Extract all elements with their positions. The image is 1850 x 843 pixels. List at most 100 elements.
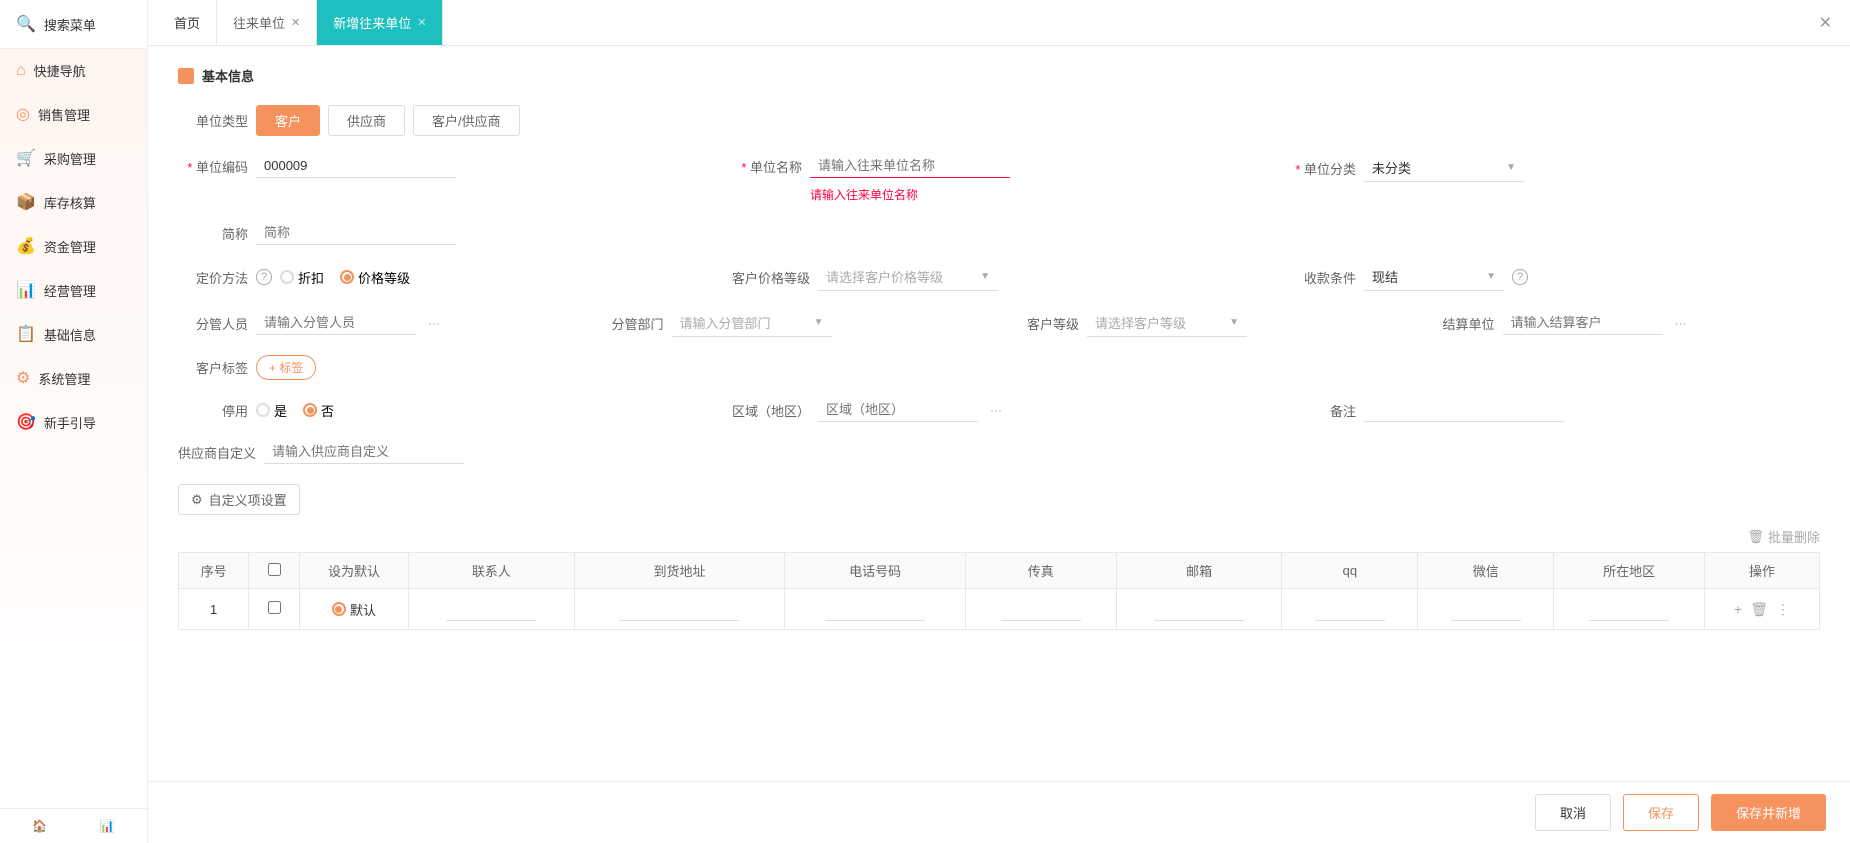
- sidebar-bottom: 🏠 📊: [0, 808, 147, 843]
- select-all-checkbox[interactable]: [268, 563, 281, 576]
- region-input[interactable]: [818, 398, 978, 422]
- tab-partners-close[interactable]: ✕: [291, 16, 300, 29]
- tab-new-partner[interactable]: 新增往来单位 ✕: [317, 0, 443, 45]
- sidebar-item-quick-nav[interactable]: ⌂ 快捷导航: [0, 49, 147, 92]
- row-fax-input[interactable]: [1001, 597, 1081, 621]
- row-default-radio[interactable]: 默认: [310, 600, 398, 619]
- customer-price-level-select[interactable]: 请选择客户价格等级 ▼: [818, 263, 998, 291]
- tab-partners[interactable]: 往来单位 ✕: [217, 0, 317, 45]
- customer-level-select[interactable]: 请选择客户等级 ▼: [1087, 309, 1247, 337]
- row-contact-input[interactable]: [446, 597, 536, 621]
- unit-code-input[interactable]: [256, 154, 456, 178]
- col-seq: 序号: [179, 553, 249, 589]
- row-op-btns: + 🗑 ⋮: [1715, 601, 1809, 618]
- row-checkbox: [249, 589, 300, 630]
- supplier-custom-input[interactable]: [264, 440, 464, 464]
- pricing-help-icon[interactable]: ?: [256, 269, 272, 285]
- row-drag-handle[interactable]: ⋮: [1776, 601, 1790, 618]
- row-checkbox-input[interactable]: [268, 601, 281, 614]
- row-address-input[interactable]: [619, 597, 739, 621]
- disabled-region-row: 停用 是 否 区域（地区） ··· 备注: [178, 398, 1820, 422]
- customer-tag-field: 客户标签 + 标签: [178, 355, 1820, 380]
- unit-type-field: 单位类型 客户 供应商 客户/供应商: [178, 105, 678, 136]
- unit-type-btn-customer[interactable]: 客户: [256, 105, 320, 136]
- batch-delete-label[interactable]: 批量删除: [1768, 527, 1820, 546]
- sidebar-item-system[interactable]: ⚙ 系统管理: [0, 356, 147, 400]
- supervisor-row: 分管人员 ··· 分管部门 请输入分管部门 ▼ 客户等级 请选择客户等级 ▼ 结…: [178, 309, 1820, 337]
- sidebar-item-operations[interactable]: 📊 经营管理: [0, 268, 147, 312]
- sidebar-item-inventory[interactable]: 📦 库存核算: [0, 180, 147, 224]
- unit-code-label: 单位编码: [178, 157, 248, 176]
- save-new-button[interactable]: 保存并新增: [1711, 794, 1826, 831]
- sidebar-item-guide[interactable]: 🎯 新手引导: [0, 400, 147, 444]
- close-all-tabs-btn[interactable]: ✕: [1811, 13, 1840, 33]
- row-address: [574, 589, 785, 630]
- sidebar-item-purchase[interactable]: 🛒 采购管理: [0, 136, 147, 180]
- row-qq-input[interactable]: [1315, 597, 1385, 621]
- customer-level-label: 客户等级: [1009, 314, 1079, 333]
- region-more-btn[interactable]: ···: [986, 403, 1006, 417]
- remark-input[interactable]: [1364, 398, 1564, 422]
- sales-icon: ◎: [16, 104, 30, 124]
- sidebar-label-system: 系统管理: [38, 369, 90, 388]
- row-wechat-input[interactable]: [1451, 597, 1521, 621]
- sidebar-item-basic-info[interactable]: 📋 基础信息: [0, 312, 147, 356]
- unit-name-input[interactable]: [810, 154, 1010, 178]
- unit-category-label: 单位分类: [1286, 159, 1356, 178]
- remark-label: 备注: [1286, 401, 1356, 420]
- custom-setting-btn[interactable]: ⚙ 自定义项设置: [178, 484, 300, 515]
- row-wechat: [1418, 589, 1554, 630]
- supervisor-input[interactable]: [256, 311, 416, 335]
- row-qq: [1282, 589, 1418, 630]
- cancel-button[interactable]: 取消: [1535, 794, 1611, 831]
- short-name-input[interactable]: [256, 221, 456, 245]
- row-region-cell: [1554, 589, 1705, 630]
- search-menu-item[interactable]: 🔍 搜索菜单: [0, 0, 147, 49]
- settlement-unit-input[interactable]: [1503, 311, 1663, 335]
- tab-home[interactable]: 首页: [158, 0, 217, 45]
- collection-condition-label: 收款条件: [1286, 268, 1356, 287]
- tab-new-partner-close[interactable]: ✕: [417, 16, 426, 29]
- supervisor-label: 分管人员: [178, 314, 248, 333]
- supervisor-dept-select[interactable]: 请输入分管部门 ▼: [672, 309, 832, 337]
- settlement-unit-label: 结算单位: [1425, 314, 1495, 333]
- sidebar-stats-btn[interactable]: 📊: [78, 819, 138, 833]
- collection-arrow: ▼: [1486, 271, 1496, 282]
- row-delete-btn[interactable]: 🗑: [1750, 601, 1768, 618]
- sidebar-item-sales[interactable]: ◎ 销售管理: [0, 92, 147, 136]
- supervisor-dept-placeholder: 请输入分管部门: [680, 313, 771, 332]
- row-email-input[interactable]: [1154, 597, 1244, 621]
- col-email: 邮箱: [1116, 553, 1282, 589]
- add-tag-btn[interactable]: + 标签: [256, 355, 316, 380]
- disabled-radio-group: 是 否: [256, 401, 334, 420]
- col-checkbox: [249, 553, 300, 589]
- row-contact: [408, 589, 574, 630]
- col-phone: 电话号码: [785, 553, 966, 589]
- table-row: 1 默认: [179, 589, 1820, 630]
- unit-category-select[interactable]: 未分类 ▼: [1364, 154, 1524, 182]
- sidebar-label-inventory: 库存核算: [44, 193, 96, 212]
- row-phone-input[interactable]: [825, 597, 925, 621]
- disabled-no-label: 否: [321, 401, 334, 420]
- settlement-more-btn[interactable]: ···: [1671, 316, 1691, 330]
- sidebar-item-finance[interactable]: 💰 资金管理: [0, 224, 147, 268]
- collection-condition-select[interactable]: 现结 ▼: [1364, 263, 1504, 291]
- pricing-method-field: 定价方法 ? 折扣 价格等级: [178, 268, 712, 287]
- row-region-input[interactable]: [1589, 597, 1669, 621]
- unit-name-label: 单位名称: [732, 157, 802, 176]
- pricing-discount-radio[interactable]: 折扣: [280, 268, 324, 287]
- sidebar-home-btn[interactable]: 🏠: [10, 819, 70, 833]
- unit-type-btn-both[interactable]: 客户/供应商: [413, 105, 520, 136]
- supplier-custom-row: 供应商自定义: [178, 440, 1820, 464]
- row-add-btn[interactable]: +: [1734, 601, 1742, 617]
- region-label: 区域（地区）: [732, 401, 810, 420]
- save-button[interactable]: 保存: [1623, 794, 1699, 831]
- unit-type-btn-supplier[interactable]: 供应商: [328, 105, 405, 136]
- disabled-no-radio[interactable]: 否: [303, 401, 334, 420]
- pricing-level-radio[interactable]: 价格等级: [340, 268, 410, 287]
- collection-help-icon[interactable]: ?: [1512, 269, 1528, 285]
- pricing-level-circle: [340, 270, 354, 284]
- batch-delete-area: 🗑 批量删除: [178, 527, 1820, 546]
- supervisor-more-btn[interactable]: ···: [424, 316, 444, 330]
- disabled-yes-radio[interactable]: 是: [256, 401, 287, 420]
